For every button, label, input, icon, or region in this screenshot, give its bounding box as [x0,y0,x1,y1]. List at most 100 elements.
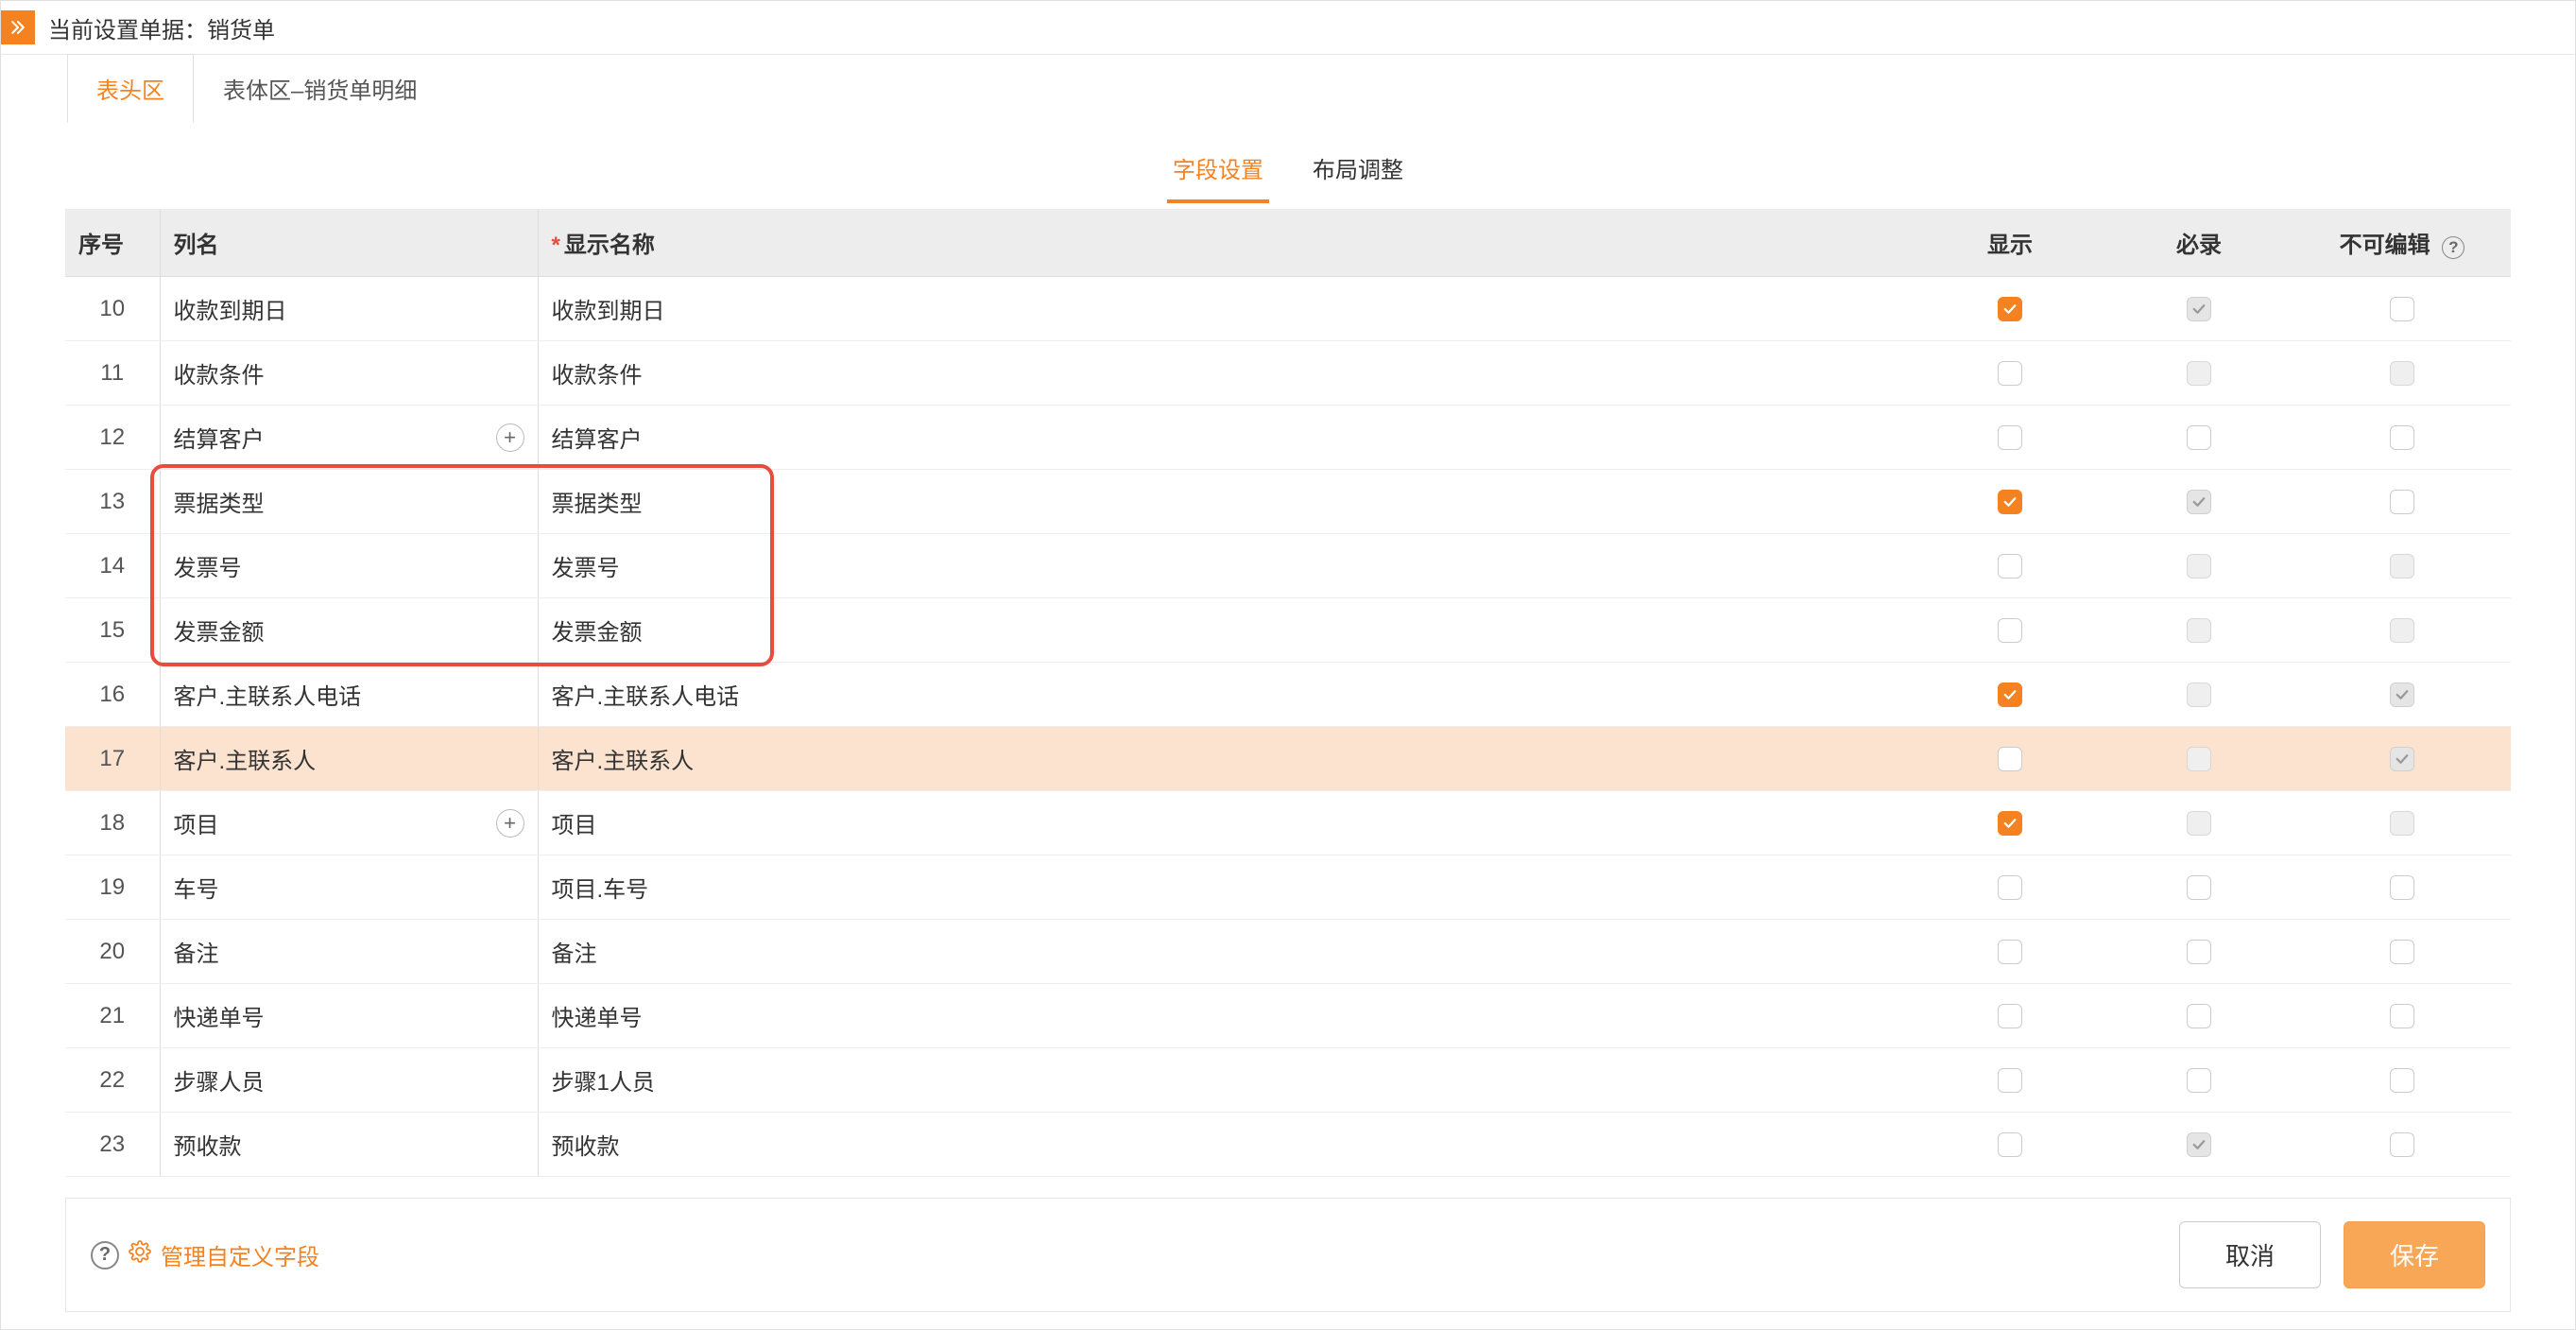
help-icon[interactable]: ? [2442,236,2464,259]
expand-panel-button[interactable] [1,10,35,44]
table-row: 19车号项目.车号 [65,855,2511,920]
checkbox-required [2187,811,2211,836]
cell-show [1915,920,2104,984]
checkbox-show[interactable] [1998,747,2022,771]
checkbox-readonly[interactable] [2390,490,2414,514]
checkbox-required [2187,361,2211,386]
cell-readonly [2293,341,2511,406]
cell-display-name[interactable]: 项目 [538,791,1915,855]
cell-display-name[interactable]: 快递单号 [538,984,1915,1048]
cell-readonly [2293,663,2511,727]
col-header-name: 列名 [160,209,538,277]
cell-seq: 13 [65,470,160,534]
cell-required [2104,277,2293,341]
checkbox-required[interactable] [2187,940,2211,964]
add-subfield-button[interactable]: + [496,809,524,838]
checkbox-show[interactable] [1998,297,2022,321]
checkbox-required[interactable] [2187,425,2211,450]
cancel-button[interactable]: 取消 [2179,1221,2321,1288]
checkbox-show[interactable] [1998,554,2022,579]
cell-show [1915,727,2104,791]
checkbox-readonly[interactable] [2390,1132,2414,1157]
checkbox-readonly[interactable] [2390,875,2414,900]
checkbox-show[interactable] [1998,1132,2022,1157]
column-name-text: 发票金额 [174,613,265,647]
checkbox-show[interactable] [1998,361,2022,386]
checkbox-show[interactable] [1998,490,2022,514]
checkbox-readonly [2390,747,2414,771]
cell-seq: 17 [65,727,160,791]
cell-readonly [2293,984,2511,1048]
cell-column-name: 车号 [160,855,538,920]
checkbox-show[interactable] [1998,1004,2022,1028]
footer-bar: ? 管理自定义字段 取消 保存 [65,1198,2511,1312]
checkbox-show[interactable] [1998,682,2022,707]
cell-seq: 20 [65,920,160,984]
checkbox-show[interactable] [1998,425,2022,450]
checkbox-required [2187,297,2211,321]
checkbox-required[interactable] [2187,875,2211,900]
checkbox-required [2187,682,2211,707]
question-icon[interactable]: ? [91,1241,119,1270]
gear-icon [129,1240,151,1270]
cell-display-name[interactable]: 项目.车号 [538,855,1915,920]
cell-seq: 18 [65,791,160,855]
manage-custom-fields-link[interactable]: 管理自定义字段 [161,1238,319,1271]
sub-tab-1[interactable]: 布局调整 [1307,142,1409,203]
cell-show [1915,341,2104,406]
checkbox-readonly[interactable] [2390,425,2414,450]
cell-required [2104,470,2293,534]
sub-tab-0[interactable]: 字段设置 [1167,142,1269,203]
checkbox-show[interactable] [1998,811,2022,836]
col-header-show: 显示 [1915,209,2104,277]
cell-display-name[interactable]: 发票号 [538,534,1915,598]
add-subfield-button[interactable]: + [496,423,524,452]
checkbox-show[interactable] [1998,1068,2022,1093]
table-row: 18项目+项目 [65,791,2511,855]
cell-readonly [2293,855,2511,920]
cell-readonly [2293,277,2511,341]
checkbox-show[interactable] [1998,875,2022,900]
checkbox-required [2187,554,2211,579]
checkbox-readonly[interactable] [2390,1068,2414,1093]
cell-column-name: 收款条件 [160,341,538,406]
cell-show [1915,663,2104,727]
cell-seq: 10 [65,277,160,341]
checkbox-required[interactable] [2187,1068,2211,1093]
checkbox-show[interactable] [1998,618,2022,643]
column-name-text: 快递单号 [174,999,265,1032]
cell-display-name[interactable]: 结算客户 [538,406,1915,470]
column-name-text: 客户.主联系人电话 [174,678,362,711]
cell-display-name[interactable]: 票据类型 [538,470,1915,534]
cell-required [2104,727,2293,791]
cell-seq: 21 [65,984,160,1048]
column-name-text: 车号 [174,871,219,904]
cell-display-name[interactable]: 客户.主联系人 [538,727,1915,791]
cell-display-name[interactable]: 收款到期日 [538,277,1915,341]
table-header-row: 序号 列名 *显示名称 显示 必录 不可编辑 ? [65,209,2511,277]
cell-display-name[interactable]: 发票金额 [538,598,1915,663]
table-row: 13票据类型票据类型 [65,470,2511,534]
cell-readonly [2293,598,2511,663]
col-header-display: *显示名称 [538,209,1915,277]
checkbox-readonly[interactable] [2390,1004,2414,1028]
top-tab-1[interactable]: 表体区–销货单明细 [194,54,446,123]
cell-seq: 11 [65,341,160,406]
col-header-seq: 序号 [65,209,160,277]
cell-column-name: 发票号 [160,534,538,598]
checkbox-required[interactable] [2187,1004,2211,1028]
cell-required [2104,1048,2293,1113]
cell-display-name[interactable]: 客户.主联系人电话 [538,663,1915,727]
checkbox-readonly[interactable] [2390,297,2414,321]
cell-display-name[interactable]: 步骤1人员 [538,1048,1915,1113]
top-tab-0[interactable]: 表头区 [67,54,194,123]
cell-display-name[interactable]: 预收款 [538,1113,1915,1177]
checkbox-show[interactable] [1998,940,2022,964]
cell-show [1915,598,2104,663]
save-button[interactable]: 保存 [2344,1221,2485,1288]
checkbox-readonly[interactable] [2390,940,2414,964]
cell-display-name[interactable]: 备注 [538,920,1915,984]
cell-show [1915,1048,2104,1113]
cell-seq: 14 [65,534,160,598]
cell-display-name[interactable]: 收款条件 [538,341,1915,406]
